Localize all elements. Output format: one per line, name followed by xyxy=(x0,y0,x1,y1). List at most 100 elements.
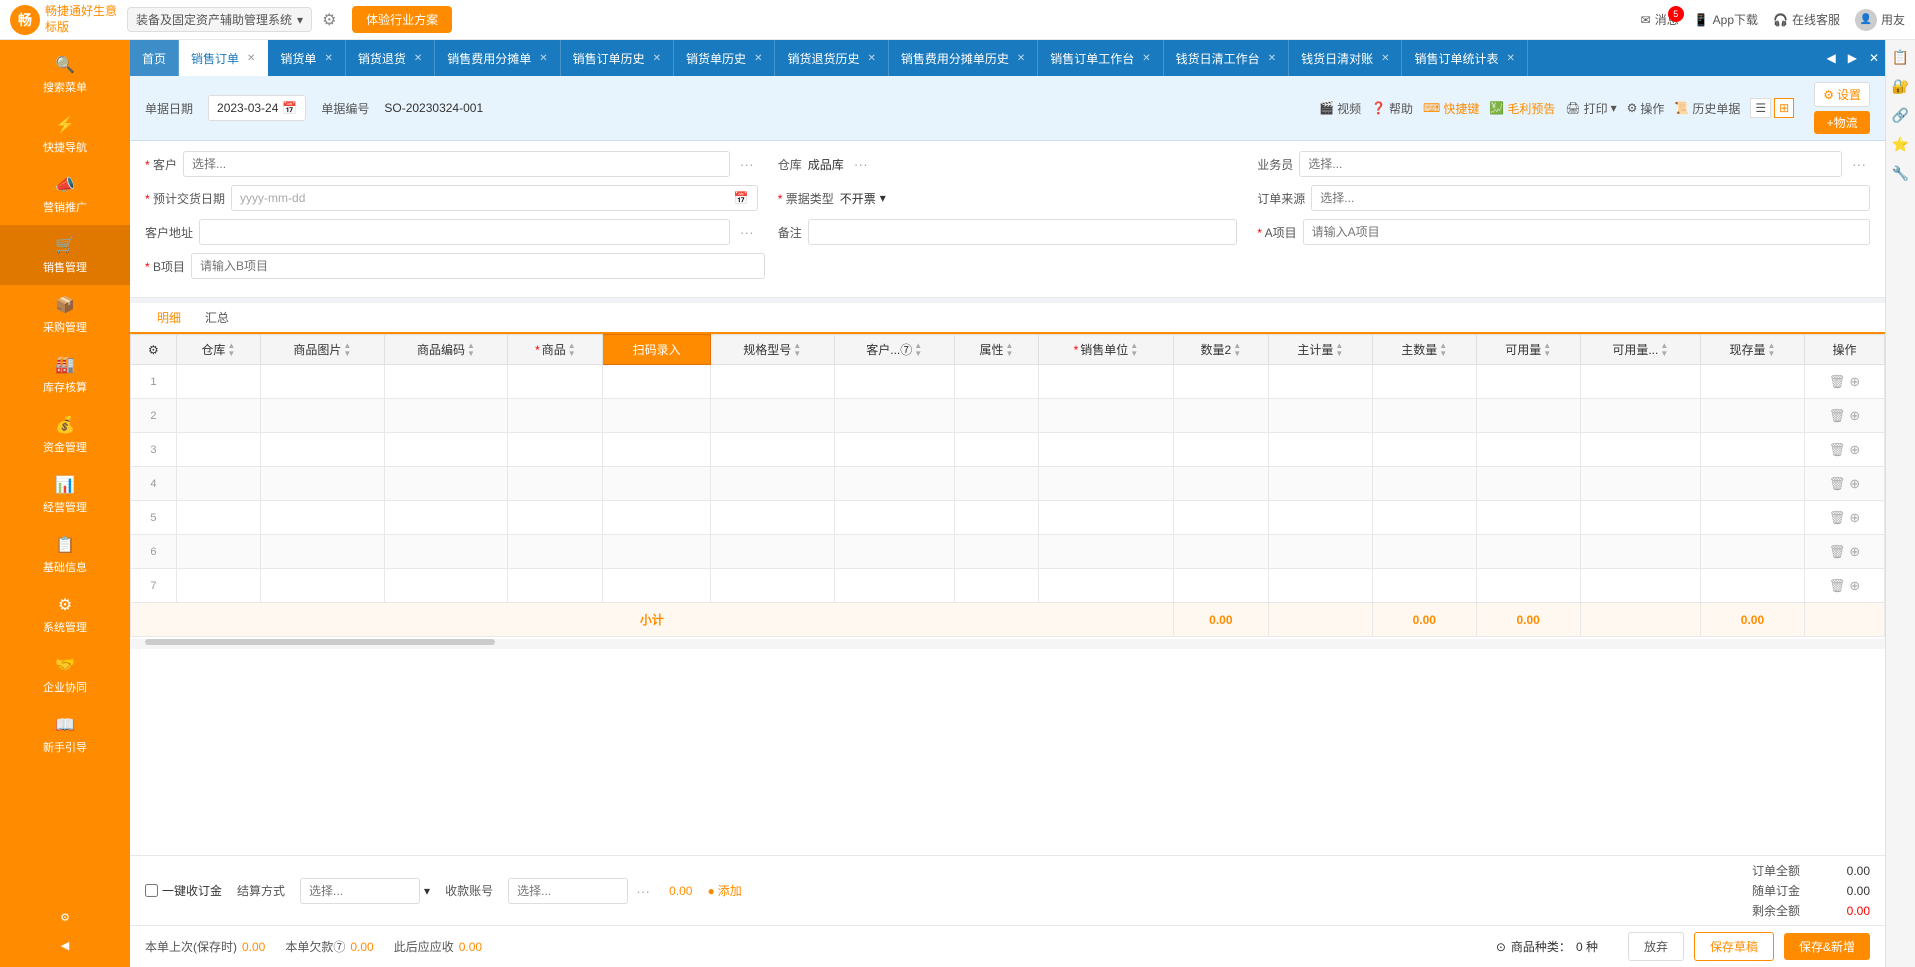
row-4-delete-icon[interactable]: 🗑 xyxy=(1829,476,1846,492)
tab-daily-clear[interactable]: 钱货日清工作台 ✕ xyxy=(1164,40,1289,76)
payment-method-input[interactable] xyxy=(300,878,420,904)
right-panel-icon-1[interactable]: 📋 xyxy=(1889,45,1913,69)
th-sku[interactable]: 商品编码▲▼ xyxy=(384,335,508,365)
scrollbar-area[interactable] xyxy=(130,639,1885,649)
history-action[interactable]: 📜 历史单据 xyxy=(1674,100,1740,117)
help-action[interactable]: ❓ 帮助 xyxy=(1371,100,1413,117)
tab-close-sales-invoice[interactable]: ✕ xyxy=(324,53,332,64)
sidebar-item-guide[interactable]: 📖 新手引导 xyxy=(0,705,130,765)
tab-sales-fee[interactable]: 销售费用分摊单 ✕ xyxy=(435,40,560,76)
th-available2[interactable]: 可用量...▲▼ xyxy=(1580,335,1700,365)
row-1-spec[interactable] xyxy=(710,365,834,399)
delivery-date-input[interactable]: yyyy-mm-dd 📅 xyxy=(231,185,758,211)
bank-ellipsis[interactable]: ··· xyxy=(632,883,654,899)
row-1-copy-icon[interactable]: ⊕ xyxy=(1849,374,1860,390)
th-main-unit[interactable]: 主计量▲▼ xyxy=(1268,335,1372,365)
th-customer-sku[interactable]: 客户...⑦▲▼ xyxy=(834,335,954,365)
tab-close-order-workbench[interactable]: ✕ xyxy=(1142,53,1150,64)
grid-view-btn[interactable]: ⊞ xyxy=(1774,98,1794,118)
row-4-copy-icon[interactable]: ⊕ xyxy=(1849,476,1860,492)
tab-order-stats[interactable]: 销售订单统计表 ✕ xyxy=(1402,40,1527,76)
row-6-copy-icon[interactable]: ⊕ xyxy=(1849,544,1860,560)
tab-order-workbench[interactable]: 销售订单工作台 ✕ xyxy=(1038,40,1163,76)
row-2-unit[interactable] xyxy=(1039,399,1174,433)
print-action[interactable]: 🖨 打印 ▾ xyxy=(1565,100,1616,117)
row-1-qty2[interactable] xyxy=(1173,365,1268,399)
row-6-delete-icon[interactable]: 🗑 xyxy=(1829,544,1846,560)
add-goods-button[interactable]: +物流 xyxy=(1814,111,1870,134)
operate-action[interactable]: ⚙ 操作 xyxy=(1627,100,1665,117)
customer-ellipsis[interactable]: ··· xyxy=(736,156,758,172)
sidebar-item-inventory[interactable]: 🏭 库存核算 xyxy=(0,345,130,405)
row-1-attr[interactable] xyxy=(954,365,1038,399)
warehouse-ellipsis[interactable]: ··· xyxy=(850,156,872,172)
tab-close-daily-reconcile[interactable]: ✕ xyxy=(1381,53,1389,64)
sidebar-item-marketing[interactable]: 📣 营销推广 xyxy=(0,165,130,225)
tab-close-order-stats[interactable]: ✕ xyxy=(1507,53,1515,64)
row-2-main-unit[interactable] xyxy=(1268,399,1372,433)
salesperson-input[interactable] xyxy=(1299,151,1842,177)
payment-dropdown-icon[interactable]: ▾ xyxy=(424,884,430,898)
th-attr[interactable]: 属性▲▼ xyxy=(954,335,1038,365)
row-2-main-qty[interactable] xyxy=(1372,399,1476,433)
th-qty2[interactable]: 数量2▲▼ xyxy=(1173,335,1268,365)
notification-area[interactable]: ✉ 5 消息 xyxy=(1641,11,1679,28)
tab-close-sales-fee[interactable]: ✕ xyxy=(539,53,547,64)
tab-close-return-history[interactable]: ✕ xyxy=(867,53,875,64)
tab-sales-order-history[interactable]: 销售订单历史 ✕ xyxy=(561,40,674,76)
tab-close-invoice-history[interactable]: ✕ xyxy=(754,53,762,64)
right-panel-icon-4[interactable]: ⭐ xyxy=(1889,132,1913,156)
row-1-main-unit[interactable] xyxy=(1268,365,1372,399)
row-1-scan[interactable] xyxy=(603,365,710,399)
settings-button[interactable]: ⚙ 设置 xyxy=(1814,82,1870,107)
sidebar-item-purchase[interactable]: 📦 采购管理 xyxy=(0,285,130,345)
row-1-customer-sku[interactable] xyxy=(834,365,954,399)
right-panel-icon-5[interactable]: 🔧 xyxy=(1889,161,1913,185)
row-2-scan[interactable] xyxy=(603,399,710,433)
tab-sales-return[interactable]: 销货退货 ✕ xyxy=(346,40,435,76)
row-5-delete-icon[interactable]: 🗑 xyxy=(1829,510,1846,526)
row-2-copy-icon[interactable]: ⊕ xyxy=(1849,408,1860,424)
row-1-delete-icon[interactable]: 🗑 xyxy=(1829,374,1846,390)
th-spec[interactable]: 规格型号▲▼ xyxy=(710,335,834,365)
list-view-btn[interactable]: ☰ xyxy=(1750,98,1771,118)
sidebar-item-sales[interactable]: 🛒 销售管理 xyxy=(0,225,130,285)
row-7-copy-icon[interactable]: ⊕ xyxy=(1849,578,1860,594)
online-service[interactable]: 🎧 在线客服 xyxy=(1773,11,1840,28)
row-2-product[interactable] xyxy=(508,399,603,433)
sidebar-item-quick[interactable]: ⚡ 快捷导航 xyxy=(0,105,130,165)
row-2-current[interactable] xyxy=(1701,399,1805,433)
system-selector[interactable]: 装备及固定资产辅助管理系统 ▾ xyxy=(127,7,312,32)
customer-input[interactable] xyxy=(183,151,730,177)
row-2-available2[interactable] xyxy=(1580,399,1700,433)
tab-close-sales-return[interactable]: ✕ xyxy=(414,53,422,64)
view-action[interactable]: 🎬 视频 xyxy=(1319,100,1361,117)
row-2-customer-sku[interactable] xyxy=(834,399,954,433)
tab-detail[interactable]: 明细 xyxy=(145,303,193,334)
sidebar-collapse-btn[interactable]: ◀ xyxy=(56,934,74,957)
row-1-current[interactable] xyxy=(1701,365,1805,399)
row-7-delete-icon[interactable]: 🗑 xyxy=(1829,578,1846,594)
one-click-deposit[interactable]: 一键收订金 xyxy=(145,882,222,899)
bank-account-input[interactable] xyxy=(508,878,628,904)
th-available[interactable]: 可用量▲▼ xyxy=(1476,335,1580,365)
row-3-delete-icon[interactable]: 🗑 xyxy=(1829,442,1846,458)
address-input[interactable] xyxy=(199,219,730,245)
address-ellipsis[interactable]: ··· xyxy=(736,224,758,240)
row-2-qty2[interactable] xyxy=(1173,399,1268,433)
row-2-available[interactable] xyxy=(1476,399,1580,433)
tab-close-sales-order-history[interactable]: ✕ xyxy=(653,53,661,64)
row-2-warehouse[interactable] xyxy=(176,399,260,433)
sidebar-item-finance[interactable]: 💰 资金管理 xyxy=(0,405,130,465)
save-draft-button[interactable]: 保存草稿 xyxy=(1694,932,1774,961)
th-image[interactable]: 商品图片▲▼ xyxy=(260,335,384,365)
row-2-spec[interactable] xyxy=(710,399,834,433)
sidebar-settings-btn[interactable]: ⚙ xyxy=(55,906,75,929)
sidebar-item-basic[interactable]: 📋 基础信息 xyxy=(0,525,130,585)
row-1-available[interactable] xyxy=(1476,365,1580,399)
row-2-delete-icon[interactable]: 🗑 xyxy=(1829,408,1846,424)
app-download[interactable]: 📱 App下载 xyxy=(1694,11,1758,28)
th-product[interactable]: *商品▲▼ xyxy=(508,335,603,365)
th-main-qty[interactable]: 主数量▲▼ xyxy=(1372,335,1476,365)
profit-action[interactable]: 💹 毛利预告 xyxy=(1489,100,1555,117)
